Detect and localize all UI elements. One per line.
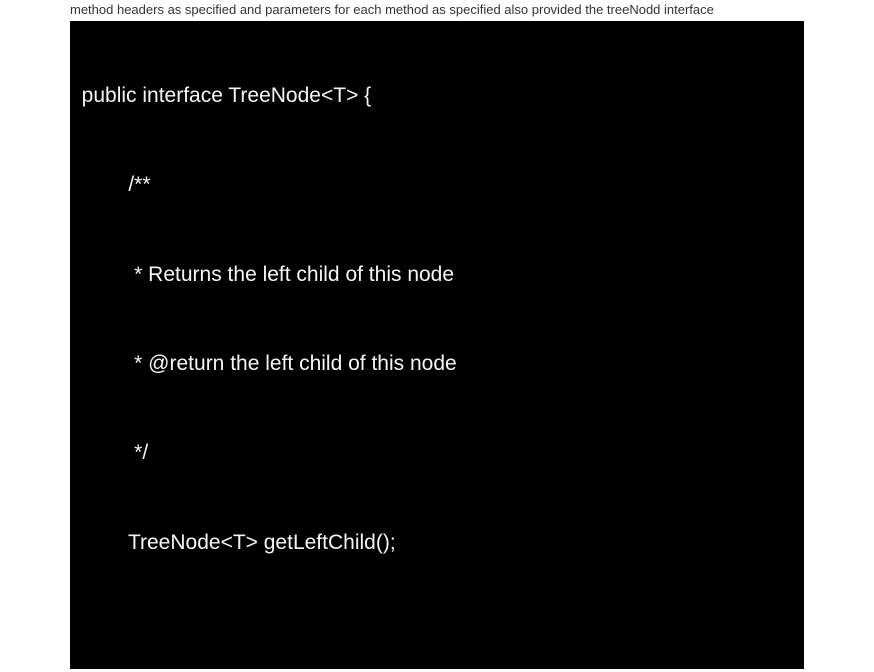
code-line: /** bbox=[70, 170, 804, 200]
code-line: TreeNode<T> getLeftChild(); bbox=[70, 528, 804, 558]
code-line: * @return the left child of this node bbox=[70, 349, 804, 379]
code-block: public interface TreeNode<T> { /** * Ret… bbox=[70, 21, 804, 669]
code-line: */ bbox=[70, 438, 804, 468]
code-line: * Returns the left child of this node bbox=[70, 260, 804, 290]
caption-text: method headers as specified and paramete… bbox=[0, 0, 874, 21]
page-container: method headers as specified and paramete… bbox=[0, 0, 874, 672]
code-line: public interface TreeNode<T> { bbox=[70, 81, 804, 111]
